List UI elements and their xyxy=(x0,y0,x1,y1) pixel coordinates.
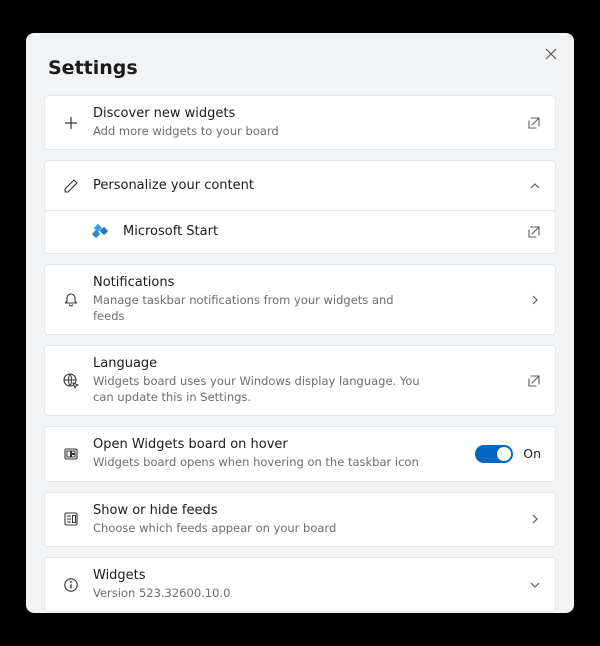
row-subtitle: Add more widgets to your board xyxy=(93,124,423,140)
row-title: Widgets xyxy=(93,568,521,585)
row-language[interactable]: Language Widgets board uses your Windows… xyxy=(44,345,556,416)
plus-icon xyxy=(57,115,85,131)
page-title: Settings xyxy=(44,33,556,95)
globe-language-icon xyxy=(57,372,85,390)
row-show-hide-feeds[interactable]: Show or hide feeds Choose which feeds ap… xyxy=(44,492,556,547)
feeds-icon xyxy=(57,511,85,527)
chevron-right-icon xyxy=(529,294,541,306)
row-title: Microsoft Start xyxy=(123,224,519,241)
row-microsoft-start[interactable]: Microsoft Start xyxy=(44,210,556,254)
pencil-icon xyxy=(57,178,85,194)
toggle-state-label: On xyxy=(523,446,541,461)
info-icon xyxy=(57,577,85,593)
row-subtitle: Widgets board opens when hovering on the… xyxy=(93,455,423,471)
open-external-icon xyxy=(527,225,541,239)
row-title: Show or hide feeds xyxy=(93,503,521,520)
row-notifications[interactable]: Notifications Manage taskbar notificatio… xyxy=(44,264,556,335)
bell-icon xyxy=(57,292,85,308)
row-title: Notifications xyxy=(93,275,521,292)
row-subtitle: Choose which feeds appear on your board xyxy=(93,521,423,537)
row-widgets-version[interactable]: Widgets Version 523.32600.10.0 xyxy=(44,557,556,612)
row-personalize-content[interactable]: Personalize your content xyxy=(44,160,556,212)
settings-panel: Settings Discover new widgets Add more w… xyxy=(26,33,574,613)
chevron-right-icon xyxy=(529,513,541,525)
row-subtitle: Version 523.32600.10.0 xyxy=(93,586,423,602)
open-external-icon xyxy=(527,374,541,388)
row-subtitle: Manage taskbar notifications from your w… xyxy=(93,293,423,324)
row-open-on-hover[interactable]: Open Widgets board on hover Widgets boar… xyxy=(44,426,556,481)
hover-toggle[interactable] xyxy=(475,445,513,463)
close-button[interactable] xyxy=(538,41,564,67)
open-external-icon xyxy=(527,116,541,130)
row-title: Language xyxy=(93,356,519,373)
row-subtitle: Widgets board uses your Windows display … xyxy=(93,374,423,405)
row-title: Discover new widgets xyxy=(93,106,519,123)
close-icon xyxy=(545,48,557,60)
row-title: Open Widgets board on hover xyxy=(93,437,467,454)
chevron-down-icon xyxy=(529,579,541,591)
row-title: Personalize your content xyxy=(93,178,521,195)
hover-board-icon xyxy=(57,446,85,462)
microsoft-start-icon xyxy=(87,225,115,239)
row-discover-widgets[interactable]: Discover new widgets Add more widgets to… xyxy=(44,95,556,150)
chevron-up-icon xyxy=(529,180,541,192)
